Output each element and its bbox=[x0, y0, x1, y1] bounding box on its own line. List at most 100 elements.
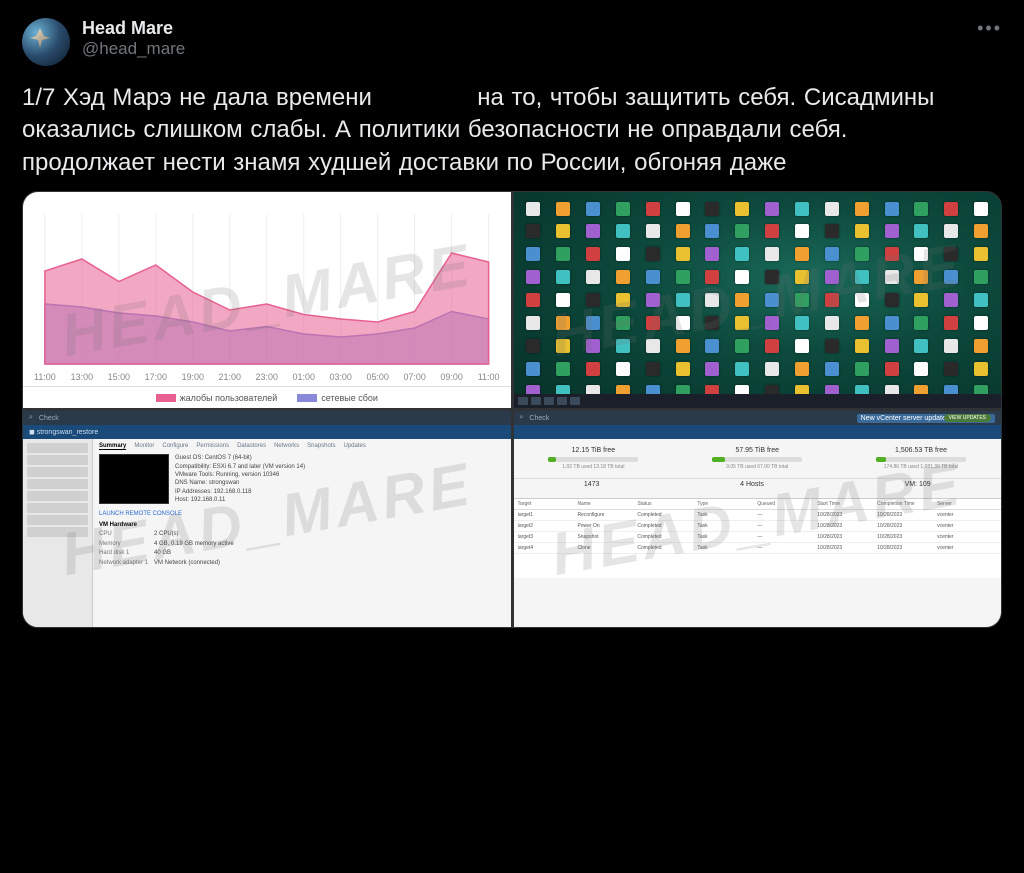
desktop-icon[interactable] bbox=[788, 290, 816, 311]
taskbar-item[interactable] bbox=[544, 397, 554, 405]
desktop-icon[interactable] bbox=[639, 336, 667, 357]
more-button[interactable]: ••• bbox=[977, 18, 1002, 39]
desktop-icon[interactable] bbox=[520, 313, 548, 334]
desktop-icon[interactable] bbox=[848, 267, 876, 288]
taskbar-item[interactable] bbox=[531, 397, 541, 405]
desktop-icon[interactable] bbox=[818, 290, 846, 311]
sidebar-item[interactable] bbox=[27, 491, 88, 501]
desktop-icon[interactable] bbox=[967, 221, 995, 242]
desktop-icon[interactable] bbox=[848, 198, 876, 219]
desktop-icon[interactable] bbox=[579, 198, 607, 219]
table-row[interactable]: target2Power OnCompletedTask—10/28/20231… bbox=[514, 521, 1002, 532]
desktop-icon[interactable] bbox=[609, 358, 637, 379]
desktop-icon[interactable] bbox=[967, 336, 995, 357]
desktop-icon[interactable] bbox=[937, 290, 965, 311]
desktop-icon[interactable] bbox=[788, 244, 816, 265]
admin-vm-pane[interactable]: ⌕ Check ◼ strongswan_restore Summary bbox=[23, 411, 511, 627]
desktop-icon[interactable] bbox=[609, 244, 637, 265]
breadcrumb[interactable]: strongswan_restore bbox=[37, 429, 98, 436]
desktop-icon[interactable] bbox=[758, 244, 786, 265]
desktop-icon[interactable] bbox=[639, 221, 667, 242]
chart-pane[interactable]: 11:0013:0015:0017:0019:0021:0023:0001:00… bbox=[23, 192, 511, 408]
desktop-icon[interactable] bbox=[579, 267, 607, 288]
desktop-icon[interactable] bbox=[878, 244, 906, 265]
desktop-icon[interactable] bbox=[520, 244, 548, 265]
admin-storage-pane[interactable]: ⌕ Check New vCenter server updates are a… bbox=[514, 411, 1002, 627]
desktop-icon[interactable] bbox=[878, 221, 906, 242]
desktop-icon[interactable] bbox=[669, 267, 697, 288]
desktop-icon[interactable] bbox=[549, 244, 577, 265]
desktop-icon[interactable] bbox=[788, 313, 816, 334]
desktop-icon[interactable] bbox=[758, 198, 786, 219]
desktop-icon[interactable] bbox=[549, 358, 577, 379]
desktop-icon[interactable] bbox=[699, 336, 727, 357]
desktop-icon[interactable] bbox=[609, 198, 637, 219]
desktop-icon[interactable] bbox=[848, 358, 876, 379]
desktop-icon[interactable] bbox=[669, 313, 697, 334]
desktop-icon[interactable] bbox=[937, 358, 965, 379]
search-icon[interactable]: ⌕ bbox=[29, 414, 33, 422]
desktop-icon[interactable] bbox=[609, 290, 637, 311]
tab-configure[interactable]: Configure bbox=[162, 443, 188, 450]
desktop-icon[interactable] bbox=[967, 290, 995, 311]
desktop-icon[interactable] bbox=[937, 267, 965, 288]
desktop-icon[interactable] bbox=[728, 358, 756, 379]
desktop-icon[interactable] bbox=[758, 267, 786, 288]
desktop-icon[interactable] bbox=[579, 358, 607, 379]
desktop-icon[interactable] bbox=[699, 198, 727, 219]
desktop-icon[interactable] bbox=[699, 290, 727, 311]
desktop-icon[interactable] bbox=[669, 290, 697, 311]
th[interactable]: Server bbox=[937, 501, 997, 507]
tab-updates[interactable]: Updates bbox=[343, 443, 365, 450]
desktop-icon[interactable] bbox=[907, 313, 935, 334]
desktop-icon[interactable] bbox=[520, 336, 548, 357]
sidebar-item[interactable] bbox=[27, 455, 88, 465]
desktop-icon[interactable] bbox=[848, 313, 876, 334]
desktop-icon[interactable] bbox=[937, 244, 965, 265]
th[interactable]: Type bbox=[697, 501, 757, 507]
desktop-icon[interactable] bbox=[937, 336, 965, 357]
desktop-icon[interactable] bbox=[699, 267, 727, 288]
desktop-icon[interactable] bbox=[907, 244, 935, 265]
desktop-icon[interactable] bbox=[579, 244, 607, 265]
desktop-icon[interactable] bbox=[609, 313, 637, 334]
sidebar-item[interactable] bbox=[27, 527, 88, 537]
table-row[interactable]: target4CloneCompletedTask—10/28/202310/2… bbox=[514, 543, 1002, 554]
desktop-icon[interactable] bbox=[907, 198, 935, 219]
author-block[interactable]: Head Mare @head_mare bbox=[82, 18, 185, 59]
desktop-icon[interactable] bbox=[728, 198, 756, 219]
desktop-icon[interactable] bbox=[818, 221, 846, 242]
desktop-icon[interactable] bbox=[758, 336, 786, 357]
sidebar-item[interactable] bbox=[27, 503, 88, 513]
desktop-icon[interactable] bbox=[818, 244, 846, 265]
desktop-icon[interactable] bbox=[728, 267, 756, 288]
desktop-icon[interactable] bbox=[609, 267, 637, 288]
desktop-icon[interactable] bbox=[758, 313, 786, 334]
desktop-icon[interactable] bbox=[699, 244, 727, 265]
desktop-icon[interactable] bbox=[967, 244, 995, 265]
tab-permissions[interactable]: Permissions bbox=[196, 443, 229, 450]
desktop-icon[interactable] bbox=[788, 221, 816, 242]
taskbar-item[interactable] bbox=[570, 397, 580, 405]
th[interactable]: Target bbox=[518, 501, 578, 507]
desktop-icon[interactable] bbox=[967, 267, 995, 288]
desktop-icon[interactable] bbox=[728, 336, 756, 357]
desktop-icon[interactable] bbox=[639, 244, 667, 265]
desktop-icon[interactable] bbox=[878, 336, 906, 357]
desktop-icon[interactable] bbox=[818, 358, 846, 379]
desktop-icon[interactable] bbox=[878, 358, 906, 379]
desktop-icon[interactable] bbox=[699, 313, 727, 334]
table-row[interactable]: target3SnapshotCompletedTask—10/28/20231… bbox=[514, 532, 1002, 543]
desktop-icon[interactable] bbox=[699, 221, 727, 242]
desktop-icon[interactable] bbox=[579, 221, 607, 242]
vm-console-thumb[interactable] bbox=[99, 454, 169, 504]
updates-button[interactable]: VIEW UPDATES bbox=[944, 414, 991, 422]
desktop-icon[interactable] bbox=[728, 313, 756, 334]
desktop-icon[interactable] bbox=[788, 267, 816, 288]
desktop-icon[interactable] bbox=[639, 313, 667, 334]
avatar[interactable] bbox=[22, 18, 70, 66]
desktop-icon[interactable] bbox=[669, 358, 697, 379]
desktop-icon[interactable] bbox=[848, 221, 876, 242]
desktop-icon[interactable] bbox=[549, 290, 577, 311]
desktop-icon[interactable] bbox=[549, 313, 577, 334]
